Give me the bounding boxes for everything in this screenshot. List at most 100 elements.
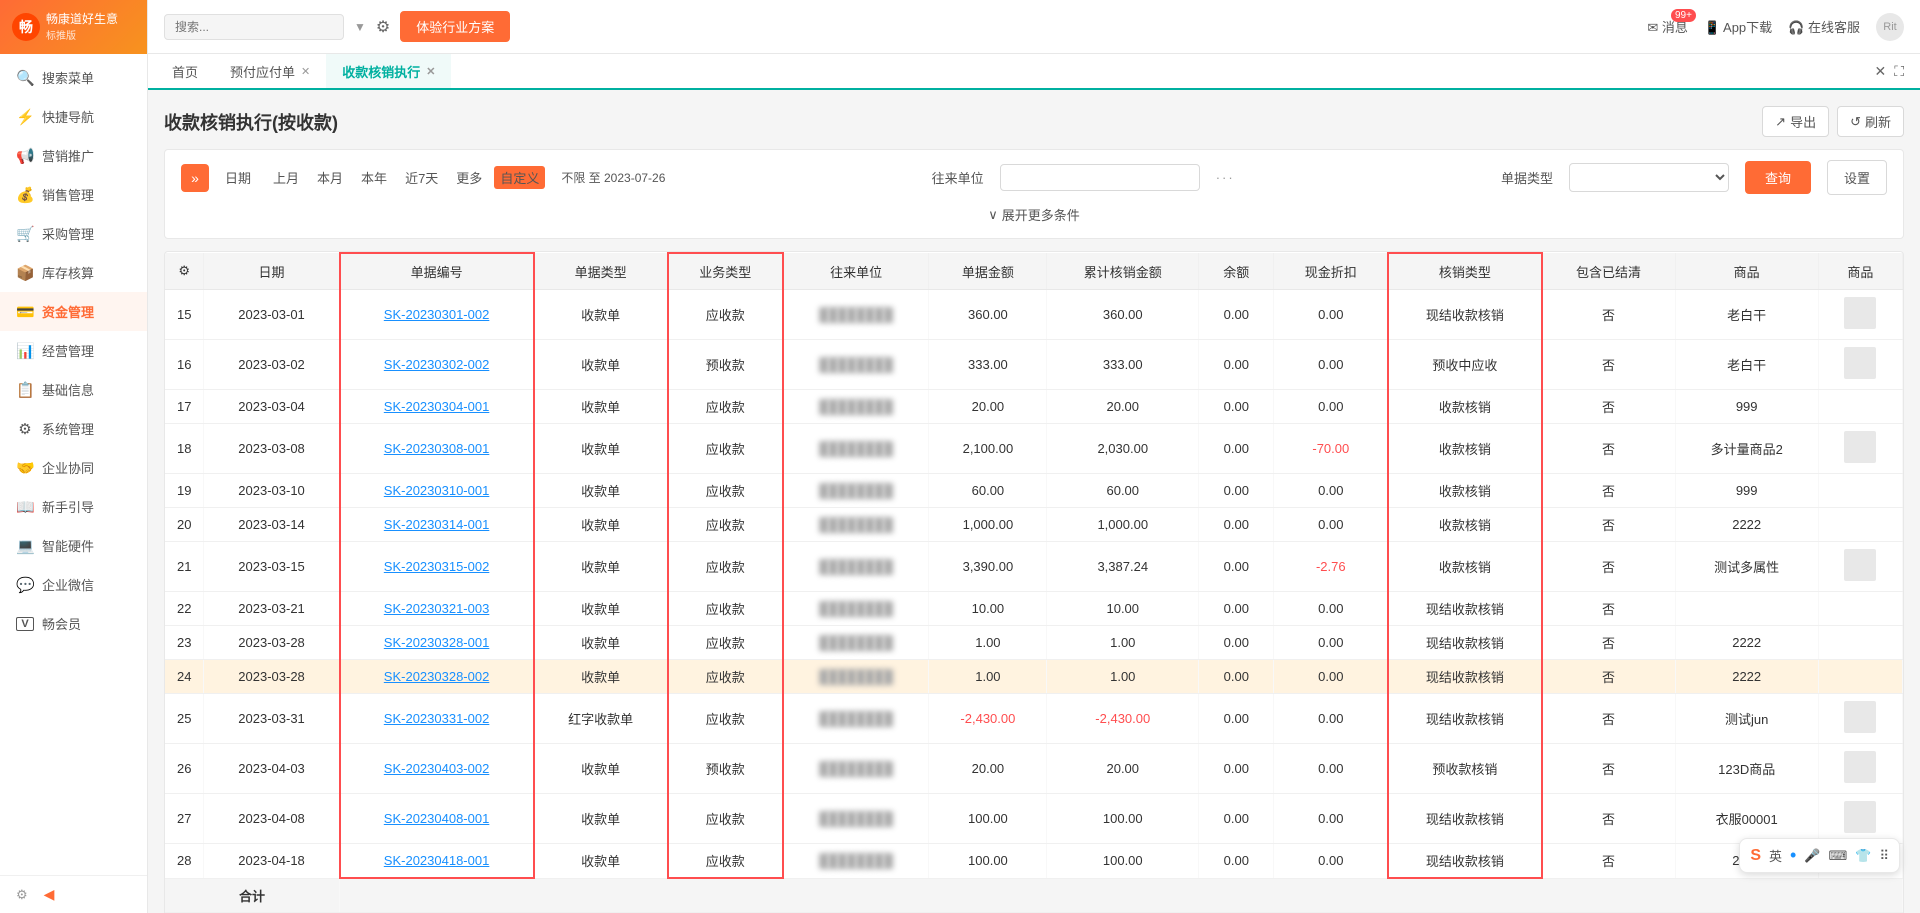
gear-icon[interactable]: ⚙ <box>376 17 390 37</box>
messages-btn[interactable]: ✉ 消息 99+ <box>1647 17 1688 36</box>
cell-total-cancel: 100.00 <box>1047 794 1199 844</box>
date-thismonth-btn[interactable]: 本月 <box>311 166 349 189</box>
sidebar-item-inventory[interactable]: 📦 库存核算 <box>0 253 147 292</box>
bill-no-link[interactable]: SK-20230315-002 <box>384 559 490 574</box>
toolbar-shirt-btn[interactable]: 👕 <box>1855 848 1871 864</box>
cell-bill-no[interactable]: SK-20230301-002 <box>340 290 534 340</box>
bill-no-link[interactable]: SK-20230314-001 <box>384 517 490 532</box>
sidebar-item-corp[interactable]: 🤝 企业协同 <box>0 448 147 487</box>
prepay-close-icon[interactable]: ✕ <box>301 65 310 78</box>
col-settings[interactable]: ⚙ <box>165 253 204 290</box>
sidebar-item-wechat[interactable]: 💬 企业微信 <box>0 565 147 604</box>
settings-icon[interactable]: ⚙ <box>16 887 28 903</box>
date-custom-btn[interactable]: 自定义 <box>494 166 545 189</box>
cell-bill-type: 收款单 <box>534 660 668 694</box>
cell-counterparty: ████████ <box>783 794 929 844</box>
bill-type-select[interactable] <box>1569 163 1729 192</box>
cell-bill-no[interactable]: SK-20230308-001 <box>340 424 534 474</box>
cell-bill-no[interactable]: SK-20230328-002 <box>340 660 534 694</box>
maximize-icon[interactable]: ⛶ <box>1894 63 1904 80</box>
table-footer-row: 合计 <box>165 878 1903 912</box>
cell-bill-no[interactable]: SK-20230302-002 <box>340 340 534 390</box>
industry-btn[interactable]: 体验行业方案 <box>400 11 510 42</box>
sidebar-item-operation[interactable]: 📊 经营管理 <box>0 331 147 370</box>
cell-bill-no[interactable]: SK-20230310-001 <box>340 474 534 508</box>
search-input[interactable] <box>164 14 344 40</box>
setting-btn[interactable]: 设置 <box>1827 160 1887 195</box>
date-lastmonth-btn[interactable]: 上月 <box>267 166 305 189</box>
sidebar-item-member[interactable]: V 畅会员 <box>0 604 147 643</box>
date-more-btn[interactable]: 更多 <box>450 166 488 189</box>
cell-cancel-type: 现结收款核销 <box>1388 592 1541 626</box>
online-service-btn[interactable]: 🎧 在线客服 <box>1788 17 1860 36</box>
toolbar-english-btn[interactable]: 英 <box>1769 846 1782 865</box>
cell-num: 25 <box>165 694 204 744</box>
sidebar-item-marketing[interactable]: 📢 营销推广 <box>0 136 147 175</box>
counterparty-input[interactable] <box>1000 164 1200 191</box>
cell-bill-no[interactable]: SK-20230321-003 <box>340 592 534 626</box>
bill-no-link[interactable]: SK-20230331-002 <box>384 711 490 726</box>
date-7days-btn[interactable]: 近7天 <box>399 166 444 189</box>
sidebar-item-sales[interactable]: 💰 销售管理 <box>0 175 147 214</box>
sidebar-item-basic[interactable]: 📋 基础信息 <box>0 370 147 409</box>
sidebar-label-hardware: 智能硬件 <box>42 536 94 555</box>
expand-filter-btn[interactable]: » <box>181 164 209 192</box>
sidebar-item-search[interactable]: 🔍 搜索菜单 <box>0 58 147 97</box>
cell-bill-no[interactable]: SK-20230408-001 <box>340 794 534 844</box>
query-btn[interactable]: 查询 <box>1745 161 1811 194</box>
cell-bill-no[interactable]: SK-20230304-001 <box>340 390 534 424</box>
sidebar-item-quick[interactable]: ⚡ 快捷导航 <box>0 97 147 136</box>
cell-bill-no[interactable]: SK-20230328-001 <box>340 626 534 660</box>
cell-counterparty: ████████ <box>783 390 929 424</box>
bill-no-link[interactable]: SK-20230301-002 <box>384 307 490 322</box>
cell-bill-no[interactable]: SK-20230315-002 <box>340 542 534 592</box>
sidebar-item-purchase[interactable]: 🛒 采购管理 <box>0 214 147 253</box>
toolbar-mic-btn[interactable]: 🎤 <box>1804 848 1820 864</box>
cell-bill-no[interactable]: SK-20230418-001 <box>340 844 534 879</box>
col-bill-type: 单据类型 <box>534 253 668 290</box>
toolbar-keyboard-btn[interactable]: ⌨ <box>1829 848 1848 864</box>
operation-icon: 📊 <box>16 342 34 360</box>
cell-bill-no[interactable]: SK-20230331-002 <box>340 694 534 744</box>
sidebar-item-system[interactable]: ⚙ 系统管理 <box>0 409 147 448</box>
cell-goods-img <box>1818 390 1902 424</box>
tab-collection[interactable]: 收款核销执行 ✕ <box>326 54 451 90</box>
app-download-btn[interactable]: 📱 App下载 <box>1704 17 1772 36</box>
bill-no-link[interactable]: SK-20230302-002 <box>384 357 490 372</box>
tab-home[interactable]: 首页 <box>156 54 214 90</box>
toolbar-grid-btn[interactable]: ⠿ <box>1879 848 1889 864</box>
expand-more-conditions[interactable]: ∨ 展开更多条件 <box>181 201 1887 228</box>
bill-no-link[interactable]: SK-20230310-001 <box>384 483 490 498</box>
sidebar-item-guide[interactable]: 📖 新手引导 <box>0 487 147 526</box>
cell-num: 23 <box>165 626 204 660</box>
bill-no-link[interactable]: SK-20230418-001 <box>384 853 490 868</box>
date-thisyear-btn[interactable]: 本年 <box>355 166 393 189</box>
close-tab-icon[interactable]: ✕ <box>1874 63 1886 80</box>
refresh-btn[interactable]: ↺ 刷新 <box>1837 106 1904 137</box>
sidebar-item-hardware[interactable]: 💻 智能硬件 <box>0 526 147 565</box>
bill-no-link[interactable]: SK-20230403-002 <box>384 761 490 776</box>
cell-biz-type: 应收款 <box>668 424 783 474</box>
tab-prepay[interactable]: 预付应付单 ✕ <box>214 54 326 90</box>
bill-no-link[interactable]: SK-20230304-001 <box>384 399 490 414</box>
cell-balance: 0.00 <box>1199 794 1274 844</box>
bill-no-link[interactable]: SK-20230321-003 <box>384 601 490 616</box>
collection-tab-label: 收款核销执行 <box>342 62 420 81</box>
collection-close-icon[interactable]: ✕ <box>426 65 435 78</box>
page-title: 收款核销执行(按收款) <box>164 109 338 135</box>
cell-bill-type: 收款单 <box>534 390 668 424</box>
user-avatar[interactable]: Rit <box>1876 13 1904 41</box>
headset-icon: 🎧 <box>1788 20 1804 35</box>
export-btn[interactable]: ↗ 导出 <box>1762 106 1829 137</box>
bill-no-link[interactable]: SK-20230328-002 <box>384 669 490 684</box>
cell-bill-no[interactable]: SK-20230314-001 <box>340 508 534 542</box>
sidebar-item-finance[interactable]: 💳 资金管理 <box>0 292 147 331</box>
bill-no-link[interactable]: SK-20230408-001 <box>384 811 490 826</box>
counterparty-filter-label: 往来单位 <box>932 168 984 187</box>
cell-bill-no[interactable]: SK-20230403-002 <box>340 744 534 794</box>
collapse-icon[interactable]: ◀ <box>44 886 55 903</box>
bill-no-link[interactable]: SK-20230308-001 <box>384 441 490 456</box>
cell-bill-amount: 1.00 <box>929 626 1047 660</box>
cell-num: 28 <box>165 844 204 879</box>
bill-no-link[interactable]: SK-20230328-001 <box>384 635 490 650</box>
